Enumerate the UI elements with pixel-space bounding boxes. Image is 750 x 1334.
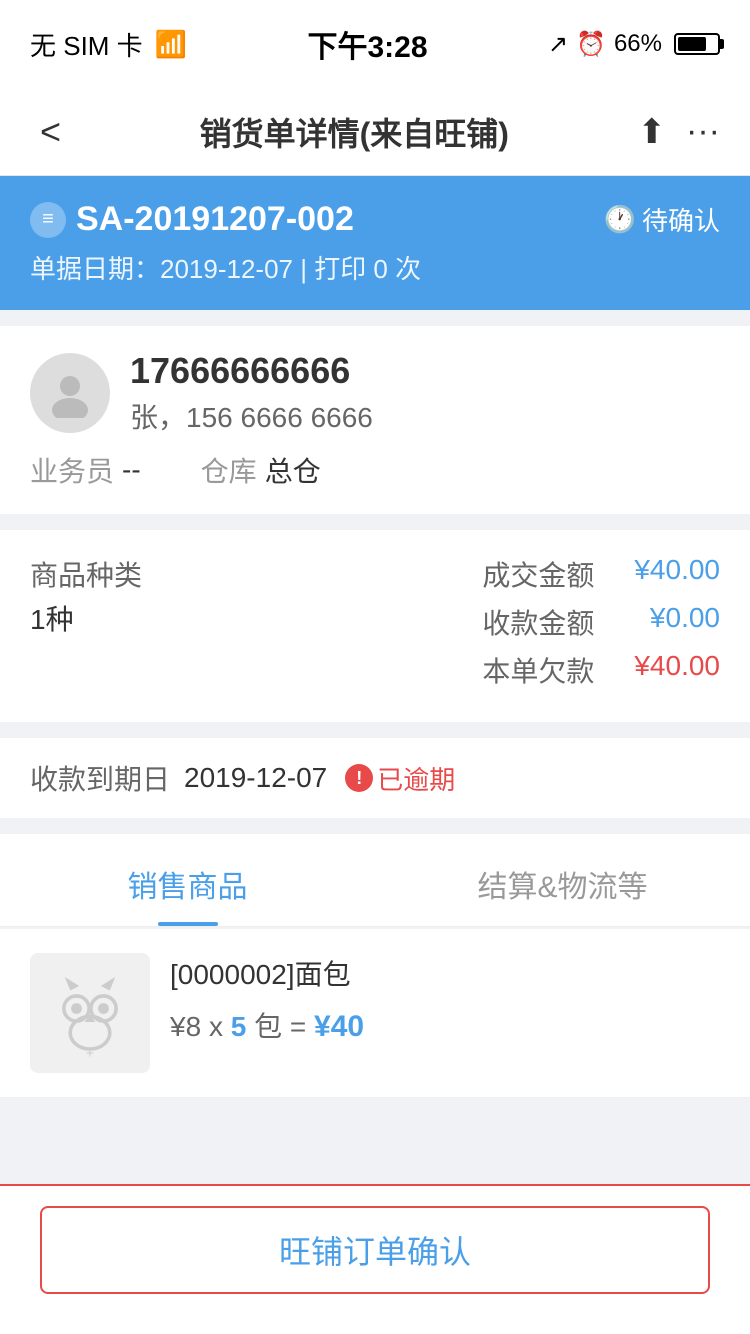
customer-info: 17666666666 张，156 6666 6666 bbox=[130, 350, 720, 436]
status-left: 无 SIM 卡 📶 bbox=[30, 26, 187, 63]
debt-amount-value: ¥40.00 bbox=[634, 650, 720, 690]
share-button[interactable]: ⬆ bbox=[638, 112, 667, 152]
alarm-icon: ⏰ bbox=[576, 30, 606, 59]
clock-icon: 🕐 bbox=[604, 204, 636, 235]
product-types-label: 商品种类 bbox=[30, 554, 142, 594]
product-total: ¥40 bbox=[314, 1010, 364, 1043]
order-date: 单据日期：2019-12-07 | 打印 0 次 bbox=[30, 249, 720, 286]
svg-text:+: + bbox=[86, 1046, 94, 1058]
nav-bar: < 销货单详情(来自旺铺) ⬆ ··· bbox=[0, 88, 750, 176]
bottom-bar: 旺铺订单确认 bbox=[0, 1184, 750, 1334]
avatar bbox=[30, 353, 110, 433]
table-row: + [0000002]面包 ¥8 x 5 包 = ¥40 bbox=[0, 929, 750, 1098]
back-button[interactable]: < bbox=[30, 101, 71, 163]
product-owl-icon: + bbox=[45, 968, 135, 1058]
order-header: ≡ SA-20191207-002 🕐 待确认 单据日期：2019-12-07 … bbox=[0, 176, 750, 310]
overdue-badge: ! 已逾期 bbox=[345, 760, 455, 797]
salesperson-label: 业务员 bbox=[30, 450, 114, 490]
customer-meta: 业务员 -- 仓库 总仓 bbox=[30, 450, 720, 490]
product-detail: [0000002]面包 ¥8 x 5 包 = ¥40 bbox=[170, 953, 720, 1073]
wifi-icon: 📶 bbox=[155, 29, 187, 60]
due-section: 收款到期日 2019-12-07 ! 已逾期 bbox=[0, 738, 750, 818]
product-price: ¥8 x 5 包 = ¥40 bbox=[170, 1005, 720, 1045]
status-right: ↗ ⏰ 66% bbox=[548, 30, 720, 59]
status-time: 下午3:28 bbox=[307, 22, 427, 66]
carrier-label: 无 SIM 卡 bbox=[30, 26, 143, 63]
amount-row: 商品种类 1种 成交金额 ¥40.00 收款金额 ¥0.00 本单欠款 ¥40.… bbox=[30, 554, 720, 698]
due-date: 2019-12-07 bbox=[184, 762, 327, 794]
more-button[interactable]: ··· bbox=[686, 112, 720, 151]
amount-section: 商品种类 1种 成交金额 ¥40.00 收款金额 ¥0.00 本单欠款 ¥40.… bbox=[0, 530, 750, 722]
warehouse-value: 总仓 bbox=[265, 450, 321, 490]
tab-settlement-logistics[interactable]: 结算&物流等 bbox=[375, 834, 750, 926]
amounts-right: 成交金额 ¥40.00 收款金额 ¥0.00 本单欠款 ¥40.00 bbox=[482, 554, 720, 698]
product-list: + [0000002]面包 ¥8 x 5 包 = ¥40 bbox=[0, 929, 750, 1098]
debt-amount-label: 本单欠款 bbox=[482, 650, 594, 690]
status-bar: 无 SIM 卡 📶 下午3:28 ↗ ⏰ 66% bbox=[0, 0, 750, 88]
tab-sales-products[interactable]: 销售商品 bbox=[0, 834, 375, 926]
overdue-text: 已逾期 bbox=[377, 760, 455, 797]
order-status: 🕐 待确认 bbox=[604, 201, 720, 238]
salesperson-value: -- bbox=[122, 454, 141, 486]
battery-label: 66% bbox=[614, 30, 662, 58]
customer-name: 张，156 6666 6666 bbox=[130, 396, 720, 436]
warehouse-item: 仓库 总仓 bbox=[201, 450, 321, 490]
payment-amount-item: 收款金额 ¥0.00 bbox=[482, 602, 720, 642]
warehouse-label: 仓库 bbox=[201, 450, 257, 490]
product-quantity: 5 bbox=[231, 1011, 247, 1042]
salesperson-item: 业务员 -- bbox=[30, 450, 141, 490]
product-types: 商品种类 1种 bbox=[30, 554, 142, 638]
deal-amount-item: 成交金额 ¥40.00 bbox=[482, 554, 720, 594]
order-icon: ≡ bbox=[30, 202, 66, 238]
product-count: 1种 bbox=[30, 598, 142, 638]
debt-amount-item: 本单欠款 ¥40.00 bbox=[482, 650, 720, 690]
product-image-placeholder: + bbox=[30, 953, 150, 1073]
customer-row: 17666666666 张，156 6666 6666 bbox=[30, 350, 720, 436]
payment-amount-label: 收款金额 bbox=[482, 602, 594, 642]
order-header-top: ≡ SA-20191207-002 🕐 待确认 bbox=[30, 200, 720, 239]
confirm-order-button[interactable]: 旺铺订单确认 bbox=[40, 1206, 710, 1294]
product-name: [0000002]面包 bbox=[170, 953, 720, 993]
deal-amount-value: ¥40.00 bbox=[634, 554, 720, 594]
location-icon: ↗ bbox=[548, 30, 568, 59]
payment-amount-value: ¥0.00 bbox=[650, 602, 720, 642]
battery-icon bbox=[674, 33, 720, 55]
overdue-icon: ! bbox=[345, 764, 373, 792]
order-id: ≡ SA-20191207-002 bbox=[30, 200, 354, 239]
tabs: 销售商品 结算&物流等 bbox=[0, 834, 750, 927]
customer-phone: 17666666666 bbox=[130, 350, 720, 392]
product-image: + bbox=[30, 953, 150, 1073]
customer-section: 17666666666 张，156 6666 6666 业务员 -- 仓库 总仓 bbox=[0, 326, 750, 514]
nav-actions: ⬆ ··· bbox=[638, 112, 720, 152]
page-title: 销货单详情(来自旺铺) bbox=[71, 109, 638, 155]
due-label: 收款到期日 bbox=[30, 758, 170, 798]
deal-amount-label: 成交金额 bbox=[482, 554, 594, 594]
